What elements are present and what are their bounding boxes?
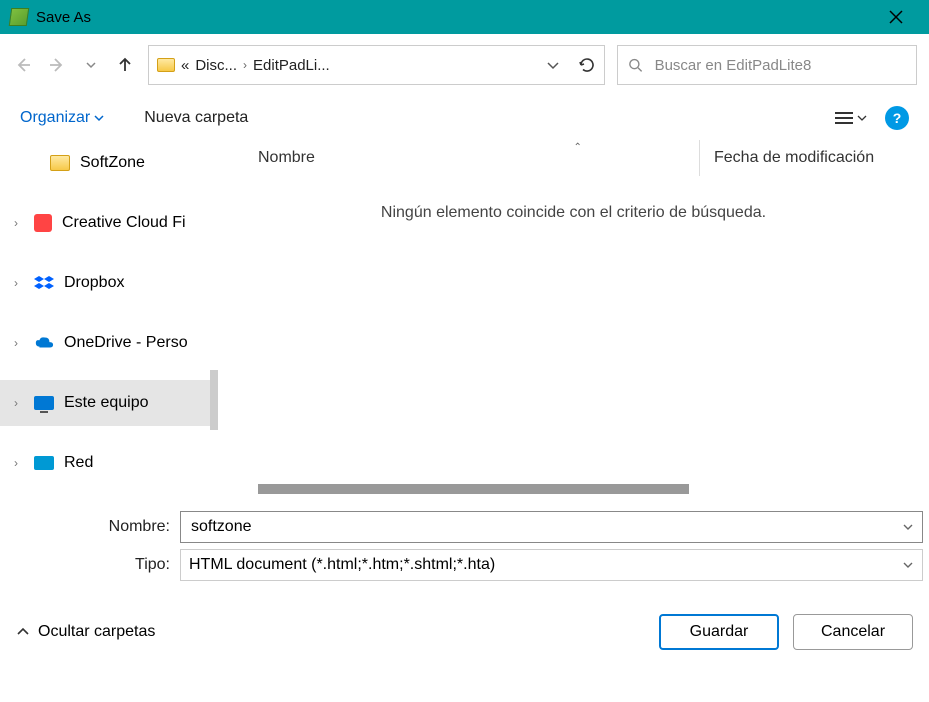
recent-dropdown[interactable] (80, 54, 102, 76)
view-menu[interactable] (835, 112, 867, 124)
breadcrumb-disk[interactable]: Disc... (195, 57, 237, 74)
empty-message: Ningún elemento coincide con el criterio… (218, 204, 929, 222)
expand-icon[interactable]: › (14, 396, 24, 410)
expand-icon[interactable]: › (14, 336, 24, 350)
search-box[interactable] (617, 45, 917, 85)
dropbox-icon (34, 275, 54, 291)
network-icon (34, 456, 54, 470)
column-date[interactable]: Fecha de modificación (699, 140, 929, 176)
column-name-label: Nombre (258, 149, 315, 167)
horizontal-scrollbar[interactable] (258, 484, 689, 494)
close-icon (889, 10, 903, 24)
tree-panel: SoftZone › Creative Cloud Fi › Dropbox ›… (0, 140, 218, 498)
chevron-down-icon (94, 113, 104, 123)
tree-item-dropbox[interactable]: › Dropbox (0, 260, 218, 306)
up-button[interactable] (114, 54, 136, 76)
folder-icon (157, 58, 175, 72)
breadcrumb: « Disc... › EditPadLi... (181, 57, 330, 74)
expand-icon[interactable]: › (14, 216, 24, 230)
onedrive-icon (34, 335, 54, 351)
tree-label: Dropbox (64, 274, 124, 292)
arrow-left-icon (14, 56, 32, 74)
breadcrumb-folder[interactable]: EditPadLi... (253, 57, 330, 74)
new-folder-button[interactable]: Nueva carpeta (144, 109, 248, 127)
filename-label: Nombre: (0, 518, 180, 536)
column-date-label: Fecha de modificación (714, 149, 874, 167)
pc-icon (34, 396, 54, 410)
hide-folders-button[interactable]: Ocultar carpetas (16, 623, 155, 641)
forward-button[interactable] (46, 54, 68, 76)
folder-icon (50, 155, 70, 171)
tree-label: SoftZone (80, 154, 145, 172)
filetype-value: HTML document (*.html;*.htm;*.shtml;*.ht… (189, 556, 495, 574)
organize-label: Organizar (20, 109, 90, 127)
app-icon (9, 8, 30, 26)
tree-item-red[interactable]: › Red (0, 440, 218, 486)
file-list: ⌃ Nombre Fecha de modificación Ningún el… (218, 140, 929, 498)
chevron-down-icon (857, 113, 867, 123)
tree-label: Este equipo (64, 394, 149, 412)
nav-row: « Disc... › EditPadLi... (0, 34, 929, 96)
list-view-icon (835, 112, 853, 124)
titlebar: Save As (0, 0, 929, 34)
close-button[interactable] (889, 10, 919, 24)
window-title: Save As (36, 9, 889, 26)
back-button[interactable] (12, 54, 34, 76)
toolbar: Organizar Nueva carpeta ? (0, 96, 929, 140)
refresh-icon[interactable] (578, 56, 596, 74)
tree-label: Creative Cloud Fi (62, 214, 186, 232)
footer: Ocultar carpetas Guardar Cancelar (0, 594, 929, 664)
cancel-button[interactable]: Cancelar (793, 614, 913, 650)
sort-indicator-icon: ⌃ (574, 142, 582, 153)
organize-menu[interactable]: Organizar (20, 109, 104, 127)
address-bar[interactable]: « Disc... › EditPadLi... (148, 45, 605, 85)
tree-label: OneDrive - Perso (64, 334, 188, 352)
tree-item-onedrive[interactable]: › OneDrive - Perso (0, 320, 218, 366)
search-input[interactable] (653, 56, 906, 75)
chevron-down-icon[interactable] (546, 58, 560, 72)
expand-icon[interactable]: › (14, 276, 24, 290)
expand-icon[interactable]: › (14, 456, 24, 470)
hide-folders-label: Ocultar carpetas (38, 623, 155, 641)
filetype-row: Tipo: HTML document (*.html;*.htm;*.shtm… (0, 546, 929, 584)
tree-scrollbar[interactable] (210, 370, 218, 430)
tree-item-softzone[interactable]: SoftZone (0, 140, 218, 186)
column-name[interactable]: Nombre (258, 149, 699, 167)
chevron-down-icon (85, 59, 97, 71)
tree-item-este-equipo[interactable]: › Este equipo (0, 380, 218, 426)
tree-label: Red (64, 454, 93, 472)
filetype-field[interactable]: HTML document (*.html;*.htm;*.shtml;*.ht… (180, 549, 923, 581)
filename-row: Nombre: (0, 508, 929, 546)
chevron-down-icon[interactable] (902, 559, 914, 571)
chevron-up-icon (16, 625, 30, 639)
body: SoftZone › Creative Cloud Fi › Dropbox ›… (0, 140, 929, 498)
save-button[interactable]: Guardar (659, 614, 779, 650)
creative-cloud-icon (34, 214, 52, 232)
chevron-down-icon[interactable] (902, 521, 914, 533)
arrow-up-icon (116, 56, 134, 74)
filename-input[interactable] (189, 517, 902, 537)
tree-item-creative-cloud[interactable]: › Creative Cloud Fi (0, 200, 218, 246)
chevron-right-icon: › (243, 58, 247, 72)
breadcrumb-overflow[interactable]: « (181, 57, 189, 74)
arrow-right-icon (48, 56, 66, 74)
filetype-label: Tipo: (0, 556, 180, 574)
search-icon (628, 57, 643, 73)
form: Nombre: Tipo: HTML document (*.html;*.ht… (0, 498, 929, 594)
help-button[interactable]: ? (885, 106, 909, 130)
filename-field[interactable] (180, 511, 923, 543)
